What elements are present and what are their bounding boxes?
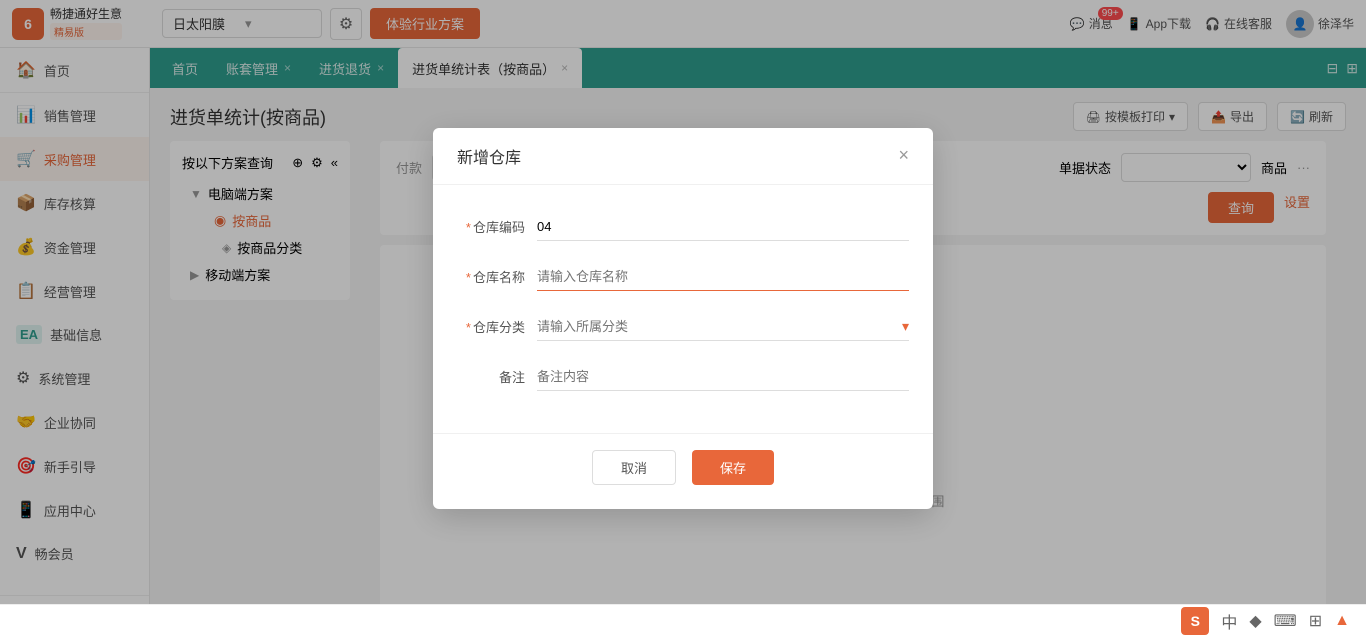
remark-input[interactable] <box>537 363 909 391</box>
remark-label: 备注 <box>457 367 537 386</box>
modal-body: 仓库编码 仓库名称 仓库分类 ▾ 备注 <box>433 185 933 433</box>
chinese-input-icon[interactable]: 中 <box>1221 609 1237 633</box>
category-select-wrap: ▾ <box>537 313 909 341</box>
triangle-icon[interactable]: ▲ <box>1334 612 1350 630</box>
name-label: 仓库名称 <box>457 267 537 286</box>
new-warehouse-modal: 新增仓库 × 仓库编码 仓库名称 仓库分类 ▾ <box>433 128 933 509</box>
category-label: 仓库分类 <box>457 317 537 336</box>
modal-footer: 取消 保存 <box>433 433 933 509</box>
keyboard-icon[interactable]: ⌨ <box>1274 611 1297 631</box>
input-method-icon[interactable]: ◆ <box>1249 611 1261 631</box>
modal-header: 新增仓库 × <box>433 128 933 185</box>
form-row-remark: 备注 <box>457 363 909 391</box>
warehouse-name-input[interactable] <box>537 263 909 291</box>
modal-overlay[interactable]: 新增仓库 × 仓库编码 仓库名称 仓库分类 ▾ <box>0 0 1366 636</box>
warehouse-code-input[interactable] <box>537 213 909 241</box>
modal-title: 新增仓库 <box>457 144 521 168</box>
s-logo: S <box>1181 607 1209 635</box>
chevron-down-icon: ▾ <box>902 318 909 335</box>
modal-close-button[interactable]: × <box>898 145 909 166</box>
form-row-code: 仓库编码 <box>457 213 909 241</box>
save-button[interactable]: 保存 <box>692 450 774 485</box>
form-row-category: 仓库分类 ▾ <box>457 313 909 341</box>
code-label: 仓库编码 <box>457 217 537 236</box>
form-row-name: 仓库名称 <box>457 263 909 291</box>
bottom-bar: S 中 ◆ ⌨ ⊞ ▲ <box>0 604 1366 636</box>
category-input[interactable] <box>537 313 902 340</box>
cancel-button[interactable]: 取消 <box>592 450 676 485</box>
grid-icon[interactable]: ⊞ <box>1309 611 1322 631</box>
